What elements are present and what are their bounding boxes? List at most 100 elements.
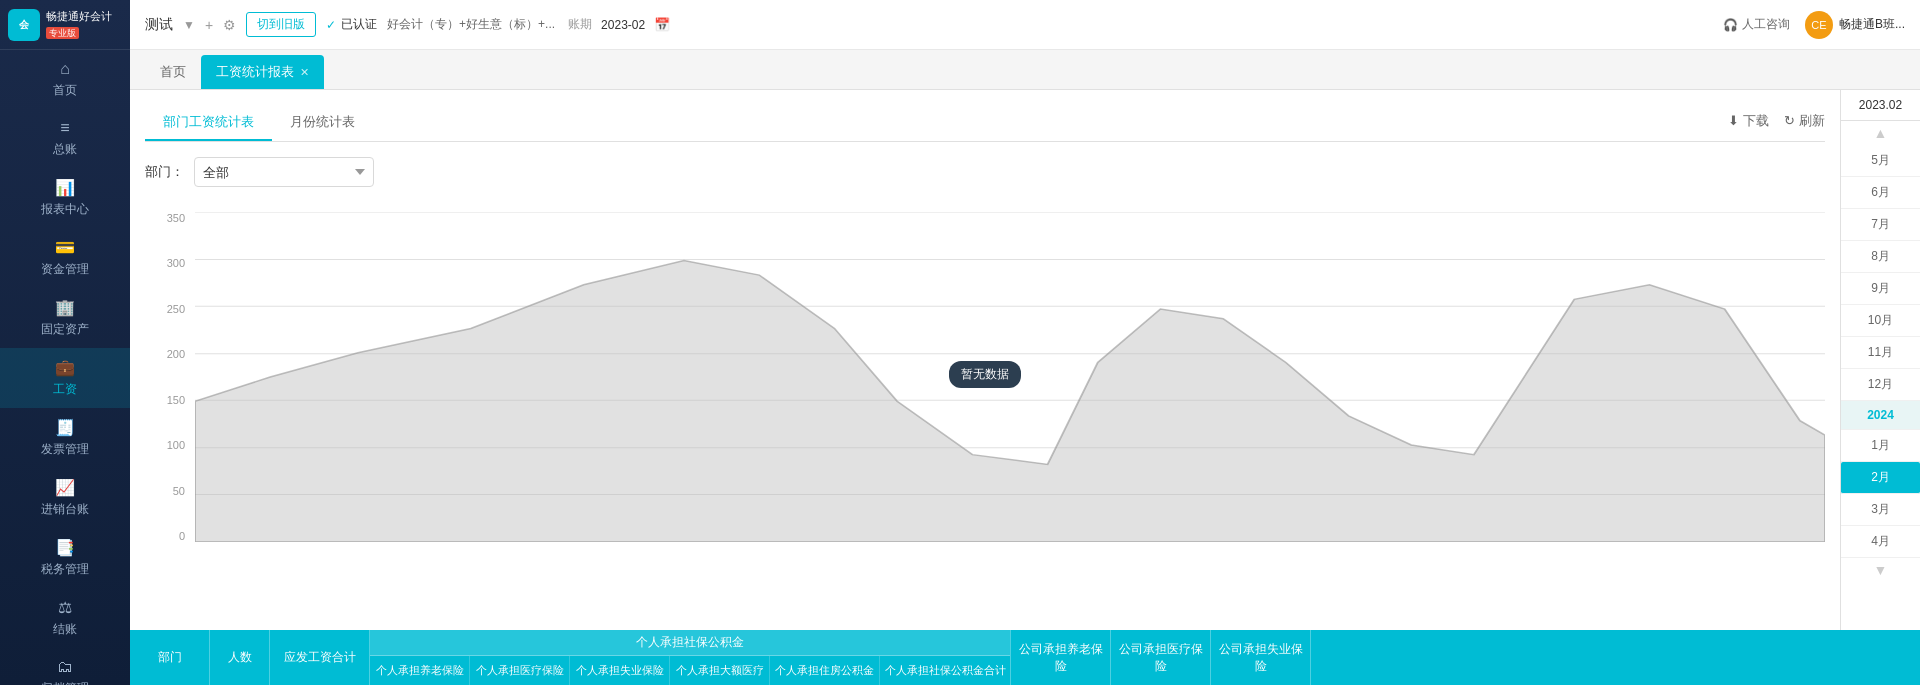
sub-tab-dept[interactable]: 部门工资统计表 [145, 105, 272, 141]
th-personal-total: 个人承担社保公积金合计 [880, 656, 1010, 685]
th-personal-major-medical: 个人承担大额医疗 [670, 656, 770, 685]
help-button[interactable]: 🎧 人工咨询 [1723, 16, 1790, 33]
period-label: 账期 [568, 16, 592, 33]
th-personal-unemployment: 个人承担失业保险 [570, 656, 670, 685]
calendar-icon[interactable]: 📅 [654, 17, 670, 32]
verified-label: 已认证 [341, 16, 377, 33]
main-content: 测试 ▼ + ⚙ 切到旧版 ✓ 已认证 好会计（专）+好生意（标）+... 账期… [130, 0, 1920, 685]
topbar-right: 🎧 人工咨询 CE 畅捷通B班... [1723, 11, 1905, 39]
th-dept: 部门 [130, 630, 210, 685]
dept-filter-label: 部门： [145, 163, 184, 181]
product-label: 好会计（专）+好生意（标）+... [387, 16, 555, 33]
sidebar-item-sales[interactable]: 📈 进销台账 [0, 468, 130, 528]
y-label-150: 150 [145, 394, 190, 406]
tab-close-icon[interactable]: ✕ [300, 66, 309, 79]
refresh-icon: ↻ [1784, 113, 1795, 128]
date-item-2024-1[interactable]: 1月 [1841, 430, 1920, 462]
sidebar-item-funds[interactable]: 💳 资金管理 [0, 228, 130, 288]
th-company-unemployment: 公司承担失业保险 [1211, 630, 1311, 685]
date-item-2024-3[interactable]: 3月 [1841, 494, 1920, 526]
date-item-2024-2[interactable]: 2月 [1841, 462, 1920, 494]
tab-salary-report[interactable]: 工资统计报表 ✕ [201, 55, 324, 89]
date-item-5[interactable]: 5月 [1841, 145, 1920, 177]
switch-old-version-button[interactable]: 切到旧版 [246, 12, 316, 37]
dept-filter-select[interactable]: 全部 销售部 财务部 人事部 技术部 [194, 157, 374, 187]
avatar: CE [1805, 11, 1833, 39]
current-date-label: 2023.02 [1859, 98, 1902, 112]
action-buttons: ⬇ 下载 ↻ 刷新 [1728, 105, 1825, 141]
date-item-9[interactable]: 9月 [1841, 273, 1920, 305]
refresh-button[interactable]: ↻ 刷新 [1784, 112, 1825, 130]
tab-home[interactable]: 首页 [145, 55, 201, 89]
sidebar-item-invoice[interactable]: 🧾 发票管理 [0, 408, 130, 468]
sub-tabs: 部门工资统计表 月份统计表 ⬇ 下载 ↻ 刷新 [145, 105, 1825, 142]
date-year-2024: 2024 [1841, 401, 1920, 430]
sidebar-item-home[interactable]: ⌂ 首页 [0, 50, 130, 109]
sidebar-navigation: ⌂ 首页 ≡ 总账 📊 报表中心 💳 资金管理 🏢 固定资产 💼 工资 🧾 发票… [0, 50, 130, 685]
topbar: 测试 ▼ + ⚙ 切到旧版 ✓ 已认证 好会计（专）+好生意（标）+... 账期… [130, 0, 1920, 50]
y-axis: 0 50 100 150 200 250 300 350 [145, 212, 190, 542]
y-label-350: 350 [145, 212, 190, 224]
home-icon: ⌂ [60, 60, 70, 78]
table-header: 部门 人数 应发工资合计 个人承担社保公积金 个人承担养老保险 个人承担医疗保险… [130, 630, 1920, 685]
user-info[interactable]: CE 畅捷通B班... [1805, 11, 1905, 39]
reports-icon: 📊 [55, 178, 75, 197]
th-total-salary: 应发工资合计 [270, 630, 370, 685]
sidebar-item-assets[interactable]: 🏢 固定资产 [0, 288, 130, 348]
sidebar-item-reports[interactable]: 📊 报表中心 [0, 168, 130, 228]
sidebar-item-salary[interactable]: 💼 工资 [0, 348, 130, 408]
y-label-300: 300 [145, 257, 190, 269]
date-item-7[interactable]: 7月 [1841, 209, 1920, 241]
ledger-icon: ≡ [60, 119, 69, 137]
logo-badge: 专业版 [46, 27, 79, 39]
page-content: 部门工资统计表 月份统计表 ⬇ 下载 ↻ 刷新 [130, 90, 1840, 630]
right-date-panel: 2023.02 ▲ 5月 6月 7月 8月 9月 10月 11月 12月 202… [1840, 90, 1920, 630]
download-button[interactable]: ⬇ 下载 [1728, 112, 1769, 130]
verified-icon: ✓ [326, 18, 336, 32]
date-nav-down[interactable]: ▼ [1841, 558, 1920, 582]
sub-tab-monthly[interactable]: 月份统计表 [272, 105, 373, 141]
chart-container: 0 50 100 150 200 250 300 350 [145, 202, 1825, 572]
filter-row: 部门： 全部 销售部 财务部 人事部 技术部 [145, 157, 1825, 187]
sales-icon: 📈 [55, 478, 75, 497]
assets-icon: 🏢 [55, 298, 75, 317]
th-company-medical: 公司承担医疗保险 [1111, 630, 1211, 685]
sidebar-item-ledger[interactable]: ≡ 总账 [0, 109, 130, 168]
headset-icon: 🎧 [1723, 18, 1738, 32]
th-group-personal: 个人承担社保公积金 个人承担养老保险 个人承担医疗保险 个人承担失业保险 个人承… [370, 630, 1011, 685]
th-personal-pension: 个人承担养老保险 [370, 656, 470, 685]
sidebar-item-settle[interactable]: ⚖ 结账 [0, 588, 130, 648]
user-name-label: 畅捷通B班... [1839, 16, 1905, 33]
date-item-10[interactable]: 10月 [1841, 305, 1920, 337]
period-value: 2023-02 [601, 18, 645, 32]
date-item-11[interactable]: 11月 [1841, 337, 1920, 369]
y-label-50: 50 [145, 485, 190, 497]
date-item-8[interactable]: 8月 [1841, 241, 1920, 273]
logo-icon: 会 [8, 9, 40, 41]
settings-button[interactable]: ⚙ [223, 17, 236, 33]
company-name: 测试 [145, 16, 173, 34]
invoice-icon: 🧾 [55, 418, 75, 437]
th-group-cells: 个人承担养老保险 个人承担医疗保险 个人承担失业保险 个人承担大额医疗 个人承担… [370, 656, 1010, 685]
content-area: 部门工资统计表 月份统计表 ⬇ 下载 ↻ 刷新 [130, 90, 1920, 630]
archive-icon: 🗂 [57, 658, 73, 676]
date-item-12[interactable]: 12月 [1841, 369, 1920, 401]
chart-tooltip: 暂无数据 [949, 361, 1021, 388]
funds-icon: 💳 [55, 238, 75, 257]
download-icon: ⬇ [1728, 113, 1739, 128]
salary-icon: 💼 [55, 358, 75, 377]
th-personal-medical: 个人承担医疗保险 [470, 656, 570, 685]
date-item-6[interactable]: 6月 [1841, 177, 1920, 209]
date-header: 2023.02 [1841, 90, 1920, 121]
sidebar-item-tax[interactable]: 📑 税务管理 [0, 528, 130, 588]
th-personal-housing: 个人承担住房公积金 [770, 656, 880, 685]
date-nav-up[interactable]: ▲ [1841, 121, 1920, 145]
sidebar-logo: 会 畅捷通好会计 专业版 [0, 0, 130, 50]
sidebar-item-archive[interactable]: 🗂 归档管理 [0, 648, 130, 685]
date-item-2024-4[interactable]: 4月 [1841, 526, 1920, 558]
add-button[interactable]: + [205, 17, 213, 33]
tabbar: 首页 工资统计报表 ✕ [130, 50, 1920, 90]
th-company-pension: 公司承担养老保险 [1011, 630, 1111, 685]
company-dropdown-arrow[interactable]: ▼ [183, 18, 195, 32]
chart-area [195, 261, 1825, 542]
